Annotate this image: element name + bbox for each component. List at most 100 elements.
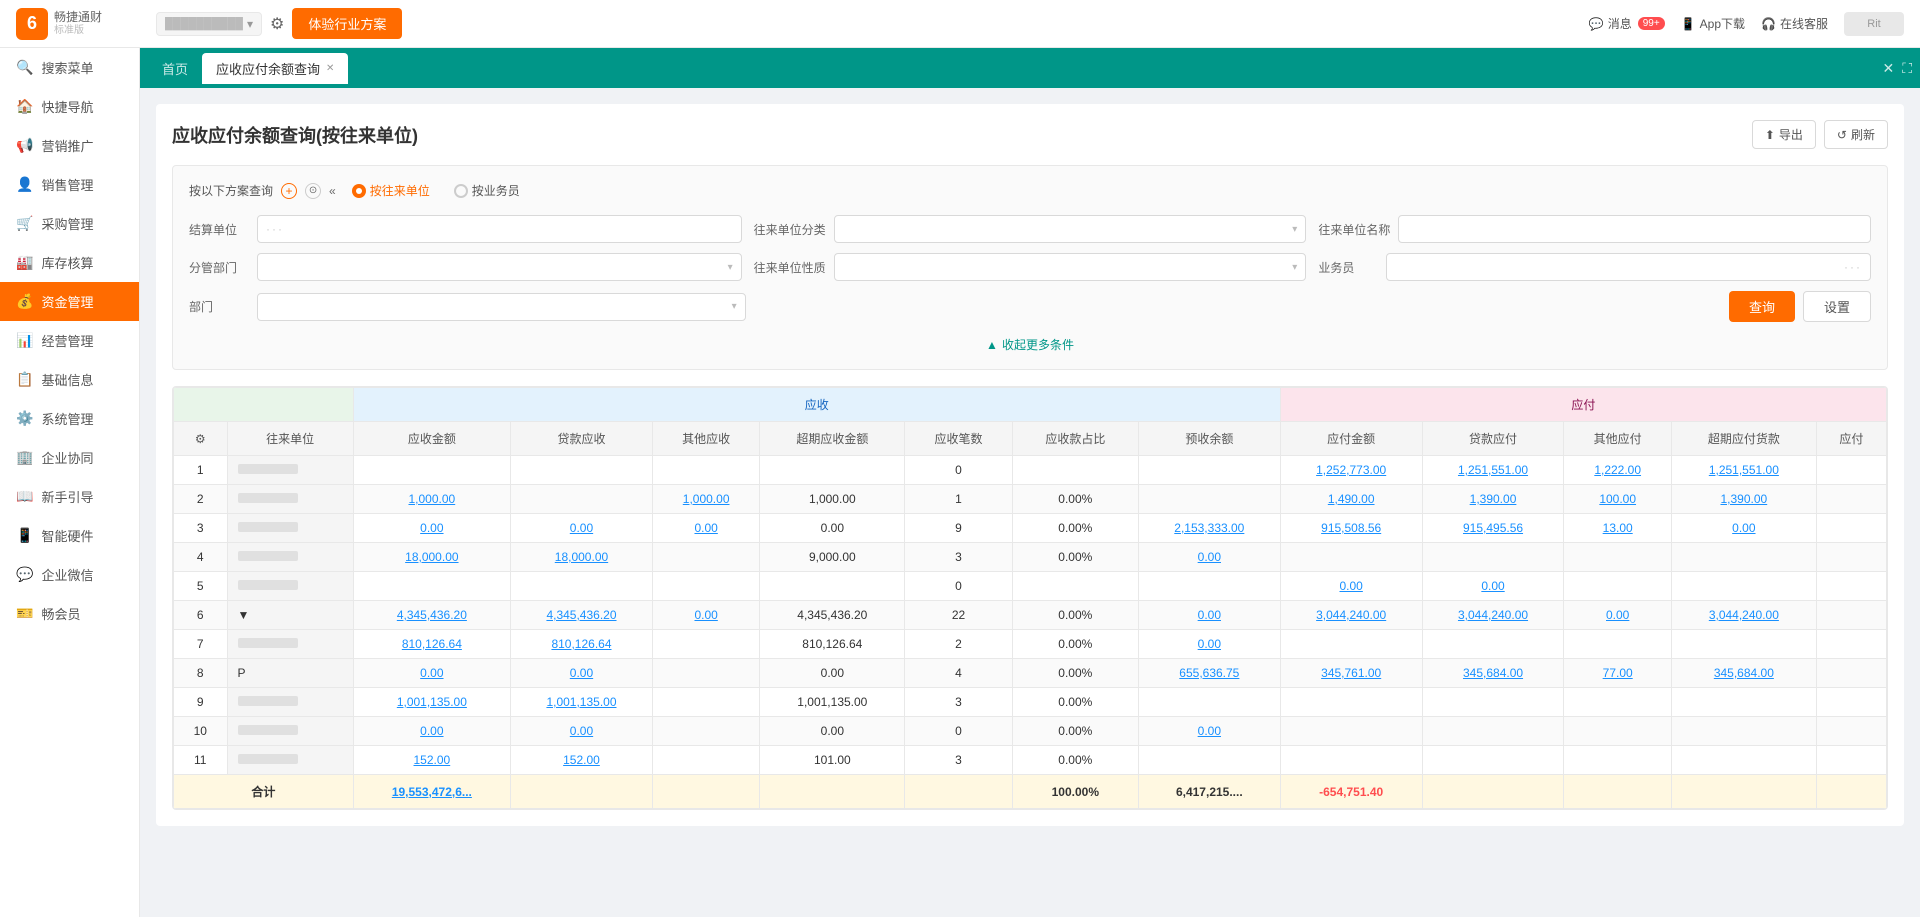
row-ar-loan[interactable]: 810,126.64: [511, 630, 653, 659]
sidebar-item-member[interactable]: 🎫 畅会员: [0, 594, 139, 633]
add-scheme-icon[interactable]: +: [281, 183, 297, 199]
footer-ar-other: [652, 775, 759, 809]
row-ar-amount[interactable]: 4,345,436.20: [353, 601, 510, 630]
dept-input[interactable]: ▾: [257, 293, 746, 321]
row-ar-other[interactable]: 1,000.00: [652, 485, 759, 514]
row-ap-loan[interactable]: 915,495.56: [1422, 514, 1564, 543]
row-ap-amount[interactable]: 1,490.00: [1280, 485, 1422, 514]
row-ar-amount[interactable]: 152.00: [353, 746, 510, 775]
row-ap-overdue[interactable]: 345,684.00: [1671, 659, 1816, 688]
row-ar-loan[interactable]: 0.00: [511, 659, 653, 688]
row-ar-loan[interactable]: 4,345,436.20: [511, 601, 653, 630]
row-ap-loan[interactable]: 1,251,551.00: [1422, 456, 1564, 485]
row-ar-amount[interactable]: 1,001,135.00: [353, 688, 510, 717]
partner-category-input[interactable]: ▾: [834, 215, 1307, 243]
scheme-by-partner[interactable]: 按往来单位: [344, 178, 438, 203]
row-ap-overdue[interactable]: 3,044,240.00: [1671, 601, 1816, 630]
sidebar-item-inventory[interactable]: 🏭 库存核算: [0, 243, 139, 282]
user-avatar[interactable]: Rit: [1844, 12, 1904, 36]
setting-button[interactable]: 设置: [1803, 291, 1871, 322]
sidebar-item-system[interactable]: ⚙️ 系统管理: [0, 399, 139, 438]
company-selector[interactable]: ██████████ ▾: [156, 12, 262, 36]
salesperson-input[interactable]: ···: [1386, 253, 1871, 281]
row-ar-amount[interactable]: 0.00: [353, 717, 510, 746]
row-ar-prepay[interactable]: 0.00: [1138, 630, 1280, 659]
refresh-button[interactable]: ↺ 刷新: [1824, 120, 1888, 149]
row-ap-other[interactable]: 100.00: [1564, 485, 1671, 514]
row-ar-loan[interactable]: 0.00: [511, 717, 653, 746]
sidebar-item-quicknav[interactable]: 🏠 快捷导航: [0, 87, 139, 126]
settlement-unit-input[interactable]: ···: [257, 215, 742, 243]
row-ap-overdue[interactable]: 1,251,551.00: [1671, 456, 1816, 485]
row-ap-amount[interactable]: 0.00: [1280, 572, 1422, 601]
sidebar-item-hardware[interactable]: 📱 智能硬件: [0, 516, 139, 555]
sidebar-item-management[interactable]: 📊 经营管理: [0, 321, 139, 360]
row-ar-prepay[interactable]: 2,153,333.00: [1138, 514, 1280, 543]
sidebar-item-search[interactable]: 🔍 搜索菜单: [0, 48, 139, 87]
sidebar-item-wechat[interactable]: 💬 企业微信: [0, 555, 139, 594]
sidebar-item-sales[interactable]: 👤 销售管理: [0, 165, 139, 204]
enterprise-icon: 🏢: [16, 449, 33, 466]
row-ar-loan[interactable]: 0.00: [511, 514, 653, 543]
row-ar-amount[interactable]: 1,000.00: [353, 485, 510, 514]
edit-scheme-icon[interactable]: ⊙: [305, 183, 321, 199]
partner-nature-input[interactable]: ▾: [834, 253, 1307, 281]
row-ap-other[interactable]: 1,222.00: [1564, 456, 1671, 485]
sidebar-item-basic[interactable]: 📋 基础信息: [0, 360, 139, 399]
sidebar-item-marketing[interactable]: 📢 营销推广: [0, 126, 139, 165]
tab-expand-icon[interactable]: ⛶: [1902, 60, 1912, 77]
scheme-by-salesperson[interactable]: 按业务员: [446, 178, 528, 203]
row-ap-amount[interactable]: 915,508.56: [1280, 514, 1422, 543]
notifications-item[interactable]: 💬 消息 99+: [1589, 15, 1665, 32]
col-settings[interactable]: ⚙: [174, 422, 228, 456]
collapse-filter-btn[interactable]: ▲ 收起更多条件: [189, 332, 1871, 357]
dept-manage-input[interactable]: ▾: [257, 253, 742, 281]
sidebar-item-finance[interactable]: 💰 资金管理: [0, 282, 139, 321]
row-ar-prepay[interactable]: 0.00: [1138, 543, 1280, 572]
table-row: 418,000.0018,000.009,000.0030.00%0.00: [174, 543, 1887, 572]
export-button[interactable]: ⬆ 导出: [1752, 120, 1816, 149]
row-ap-overdue[interactable]: 0.00: [1671, 514, 1816, 543]
sidebar-item-guide[interactable]: 📖 新手引导: [0, 477, 139, 516]
row-ap-amount[interactable]: 345,761.00: [1280, 659, 1422, 688]
row-ap-other[interactable]: 77.00: [1564, 659, 1671, 688]
row-ar-amount[interactable]: 0.00: [353, 659, 510, 688]
row-ar-prepay[interactable]: 655,636.75: [1138, 659, 1280, 688]
online-service-item[interactable]: 🎧 在线客服: [1761, 15, 1828, 32]
gear-icon[interactable]: ⚙: [270, 14, 284, 34]
row-ap-loan[interactable]: 0.00: [1422, 572, 1564, 601]
row-ap-extra: [1816, 659, 1886, 688]
tab-query[interactable]: 应收应付余额查询 ✕: [202, 53, 348, 84]
row-ar-amount[interactable]: 18,000.00: [353, 543, 510, 572]
tab-home[interactable]: 首页: [148, 53, 202, 84]
query-button[interactable]: 查询: [1729, 291, 1795, 322]
tab-close-icon[interactable]: ✕: [326, 63, 334, 74]
footer-ar-amount[interactable]: 19,553,472,6...: [353, 775, 510, 809]
row-ap-loan[interactable]: 345,684.00: [1422, 659, 1564, 688]
partner-name-input[interactable]: [1398, 215, 1871, 243]
row-ar-overdue: 101.00: [760, 746, 905, 775]
row-ar-other[interactable]: 0.00: [652, 514, 759, 543]
row-ap-loan[interactable]: 1,390.00: [1422, 485, 1564, 514]
row-ar-loan[interactable]: 1,001,135.00: [511, 688, 653, 717]
app-download-item[interactable]: 📱 App下载: [1681, 15, 1745, 32]
sidebar-item-purchase[interactable]: 🛒 采购管理: [0, 204, 139, 243]
sidebar-item-enterprise[interactable]: 🏢 企业协同: [0, 438, 139, 477]
tab-close-all-icon[interactable]: ✕: [1882, 60, 1894, 77]
row-ap-amount[interactable]: 1,252,773.00: [1280, 456, 1422, 485]
row-ar-amount[interactable]: 0.00: [353, 514, 510, 543]
row-ar-prepay[interactable]: 0.00: [1138, 717, 1280, 746]
row-ap-other[interactable]: 0.00: [1564, 601, 1671, 630]
row-ap-other[interactable]: 13.00: [1564, 514, 1671, 543]
feature-button[interactable]: 体验行业方案: [292, 8, 402, 39]
row-ap-loan[interactable]: 3,044,240.00: [1422, 601, 1564, 630]
row-ar-ratio: 0.00%: [1012, 543, 1138, 572]
row-ap-overdue[interactable]: 1,390.00: [1671, 485, 1816, 514]
row-ar-other[interactable]: 0.00: [652, 601, 759, 630]
scheme-expand-icon[interactable]: «: [329, 184, 336, 198]
row-ar-prepay[interactable]: 0.00: [1138, 601, 1280, 630]
row-ap-amount[interactable]: 3,044,240.00: [1280, 601, 1422, 630]
row-ar-loan[interactable]: 18,000.00: [511, 543, 653, 572]
row-ar-loan[interactable]: 152.00: [511, 746, 653, 775]
row-ar-amount[interactable]: 810,126.64: [353, 630, 510, 659]
